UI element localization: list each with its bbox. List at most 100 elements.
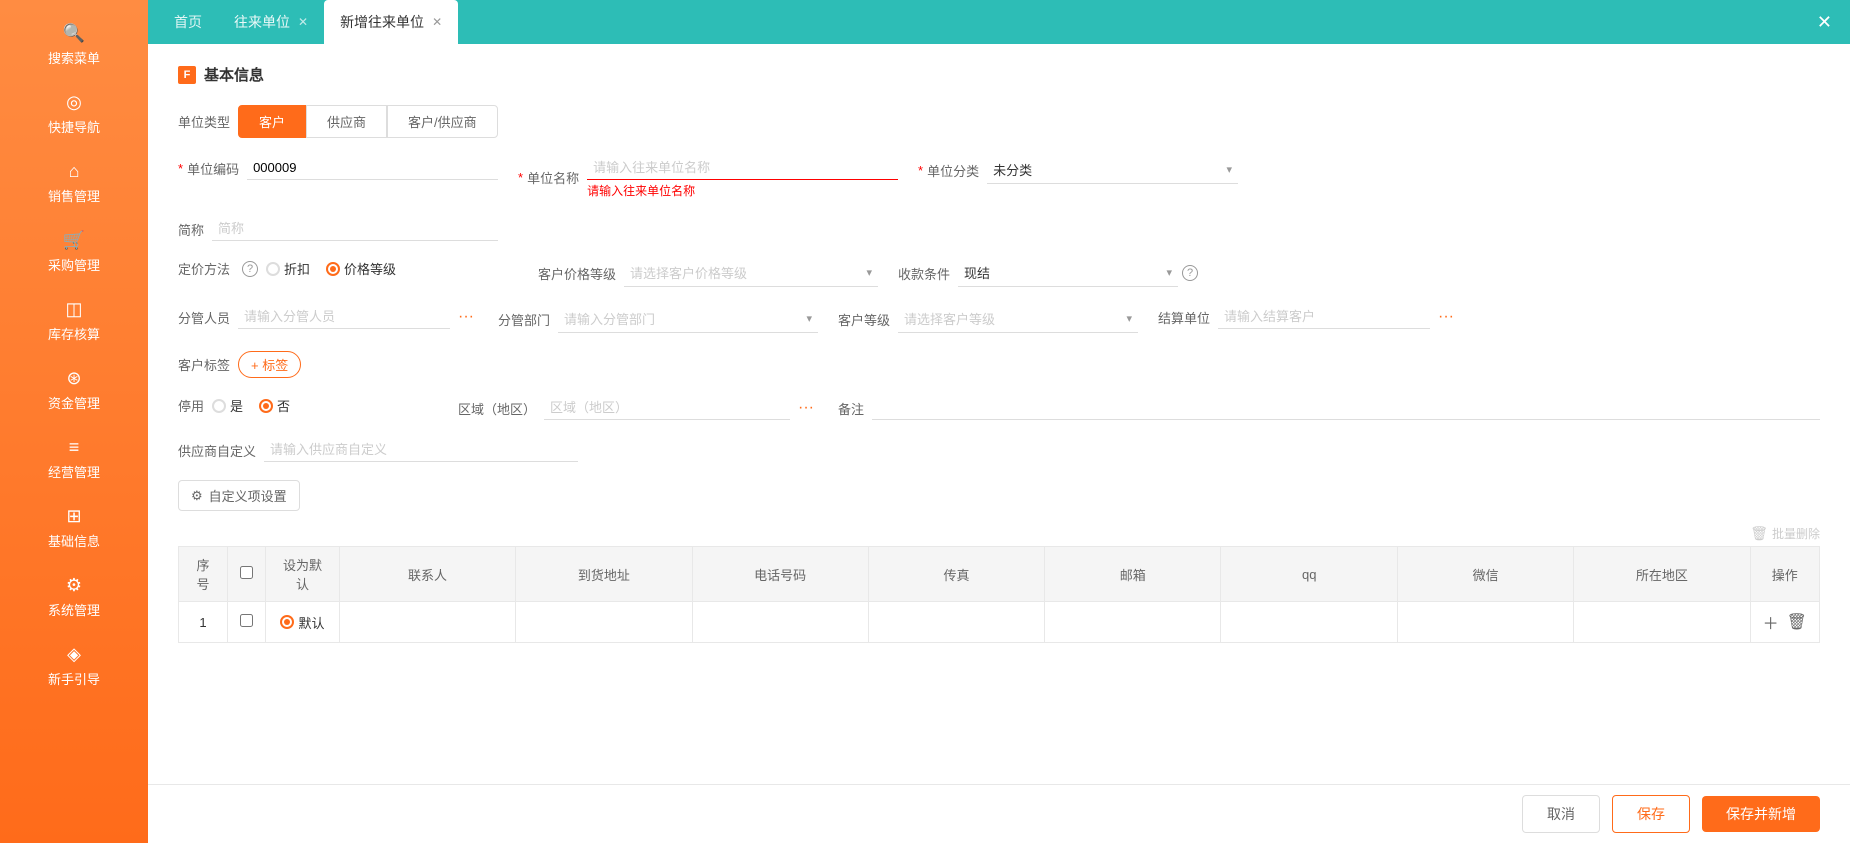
- row-region[interactable]: [1574, 602, 1750, 643]
- sidebar-item-newbie[interactable]: ◈ 新手引导: [0, 631, 148, 700]
- region-row-input[interactable]: [1586, 615, 1737, 630]
- pricing-discount-radio: [266, 262, 280, 276]
- batch-delete-label[interactable]: 批量删除: [1772, 525, 1820, 542]
- row-delete-button[interactable]: 🗑: [1787, 612, 1807, 632]
- sidebar-item-quicknav[interactable]: ◎ 快捷导航: [0, 79, 148, 148]
- sidebar-item-finance[interactable]: ⊛ 资金管理: [0, 355, 148, 424]
- sidebar-item-operation[interactable]: ≡ 经营管理: [0, 424, 148, 493]
- unit-btn-customer[interactable]: 客户: [238, 105, 306, 138]
- payment-help-icon[interactable]: ?: [1182, 265, 1198, 281]
- category-select[interactable]: 未分类 ▾: [987, 156, 1238, 184]
- price-level-field: 客户价格等级 请选择客户价格等级 ▾: [538, 259, 878, 287]
- tab-new-partner[interactable]: 新增往来单位 ✕: [324, 0, 458, 44]
- price-level-placeholder: 请选择客户价格等级: [630, 263, 862, 282]
- name-label: 单位名称: [527, 168, 579, 187]
- customer-level-placeholder: 请选择客户等级: [904, 309, 1122, 328]
- settlement-unit-field: 结算单位 ···: [1158, 305, 1458, 329]
- fax-input[interactable]: [881, 615, 1032, 630]
- email-input[interactable]: [1057, 615, 1208, 630]
- save-button[interactable]: 保存: [1612, 795, 1690, 833]
- supplier-custom-row: 供应商自定义: [178, 438, 1820, 462]
- col-qq: qq: [1221, 547, 1398, 602]
- sidebar-item-inventory[interactable]: ◫ 库存核算: [0, 286, 148, 355]
- unit-btn-both[interactable]: 客户/供应商: [387, 105, 498, 138]
- col-email: 邮箱: [1045, 547, 1221, 602]
- manager-input[interactable]: [238, 305, 450, 329]
- tab-new-partner-close[interactable]: ✕: [432, 15, 442, 29]
- sidebar-item-sales[interactable]: ⌂ 销售管理: [0, 148, 148, 217]
- select-all-checkbox[interactable]: [240, 566, 253, 579]
- disabled-no-radio: [259, 399, 273, 413]
- row-phone[interactable]: [692, 602, 868, 643]
- contact-input[interactable]: [352, 615, 503, 630]
- payment-terms-field: 收款条件 现结 ▾ ?: [898, 259, 1198, 287]
- tab-partner[interactable]: 往来单位 ✕: [218, 0, 324, 44]
- tag-field: 客户标签 + 标签: [178, 351, 1820, 378]
- region-label: 区域（地区）: [458, 399, 536, 418]
- short-name-input[interactable]: [212, 217, 498, 241]
- category-field: * 单位分类 未分类 ▾: [918, 156, 1238, 184]
- custom-settings-button[interactable]: ⚙ 自定义项设置: [178, 480, 300, 511]
- price-level-select[interactable]: 请选择客户价格等级 ▾: [624, 259, 878, 287]
- row-qq[interactable]: [1221, 602, 1398, 643]
- payment-terms-arrow: ▾: [1166, 266, 1172, 279]
- row-default: 默认: [266, 602, 340, 643]
- code-label: 单位编码: [187, 159, 239, 178]
- qq-input[interactable]: [1233, 615, 1385, 630]
- save-new-button[interactable]: 保存并新增: [1702, 796, 1820, 832]
- inventory-icon: ◫: [63, 298, 85, 320]
- customer-level-arrow: ▾: [1126, 312, 1132, 325]
- sidebar-item-basic[interactable]: ⊞ 基础信息: [0, 493, 148, 562]
- row-select-checkbox[interactable]: [240, 614, 253, 627]
- sidebar-item-purchase[interactable]: 🛒 采购管理: [0, 217, 148, 286]
- trash-icon: 🗑: [1750, 525, 1768, 542]
- pricing-discount-option[interactable]: 折扣: [266, 259, 310, 278]
- settlement-unit-input[interactable]: [1218, 305, 1430, 329]
- sidebar: 🔍 搜索菜单 ◎ 快捷导航 ⌂ 销售管理 🛒 采购管理 ◫ 库存核算 ⊛ 资金管…: [0, 0, 148, 843]
- pricing-radio-group: 折扣 价格等级: [266, 259, 396, 278]
- payment-terms-select[interactable]: 现结 ▾: [958, 259, 1178, 287]
- manager-more[interactable]: ···: [454, 308, 478, 326]
- tab-partner-close[interactable]: ✕: [298, 15, 308, 29]
- short-name-row: 简称: [178, 217, 1820, 241]
- region-input[interactable]: [544, 396, 790, 420]
- wechat-input[interactable]: [1410, 615, 1561, 630]
- pricing-help-icon[interactable]: ?: [242, 261, 258, 277]
- disabled-no-option[interactable]: 否: [259, 396, 290, 415]
- unit-type-field: 单位类型 客户 供应商 客户/供应商: [178, 105, 1820, 138]
- settlement-unit-more[interactable]: ···: [1434, 308, 1458, 326]
- row-fax[interactable]: [868, 602, 1044, 643]
- row-wechat[interactable]: [1397, 602, 1573, 643]
- unit-btn-supplier[interactable]: 供应商: [306, 105, 387, 138]
- col-fax: 传真: [868, 547, 1044, 602]
- disabled-yes-option[interactable]: 是: [212, 396, 243, 415]
- phone-input[interactable]: [705, 615, 856, 630]
- close-all-tabs[interactable]: ✕: [1809, 8, 1840, 37]
- supplier-custom-input[interactable]: [264, 438, 578, 462]
- cancel-button[interactable]: 取消: [1522, 795, 1600, 833]
- code-input[interactable]: [247, 156, 498, 180]
- name-input[interactable]: [587, 156, 898, 180]
- default-label: 默认: [298, 613, 324, 632]
- add-tag-button[interactable]: + 标签: [238, 351, 301, 378]
- customer-level-label: 客户等级: [838, 310, 890, 329]
- department-placeholder: 请输入分管部门: [564, 309, 802, 328]
- row-contact[interactable]: [339, 602, 515, 643]
- department-select[interactable]: 请输入分管部门 ▾: [558, 305, 818, 333]
- tab-home[interactable]: 首页: [158, 0, 218, 44]
- address-input[interactable]: [528, 615, 679, 630]
- remark-input[interactable]: [872, 396, 1820, 420]
- region-more[interactable]: ···: [794, 399, 818, 417]
- col-seq: 序号: [179, 547, 228, 602]
- customer-level-select[interactable]: 请选择客户等级 ▾: [898, 305, 1138, 333]
- pricing-level-option[interactable]: 价格等级: [326, 259, 396, 278]
- supplier-custom-field: 供应商自定义: [178, 438, 578, 462]
- disabled-radio-group: 是 否: [212, 396, 290, 415]
- default-radio-option[interactable]: 默认: [278, 613, 327, 632]
- sidebar-item-search[interactable]: 🔍 搜索菜单: [0, 10, 148, 79]
- row-add-button[interactable]: ＋: [1763, 610, 1779, 634]
- system-icon: ⚙: [63, 574, 85, 596]
- sidebar-item-system[interactable]: ⚙ 系统管理: [0, 562, 148, 631]
- row-address[interactable]: [516, 602, 692, 643]
- row-email[interactable]: [1045, 602, 1221, 643]
